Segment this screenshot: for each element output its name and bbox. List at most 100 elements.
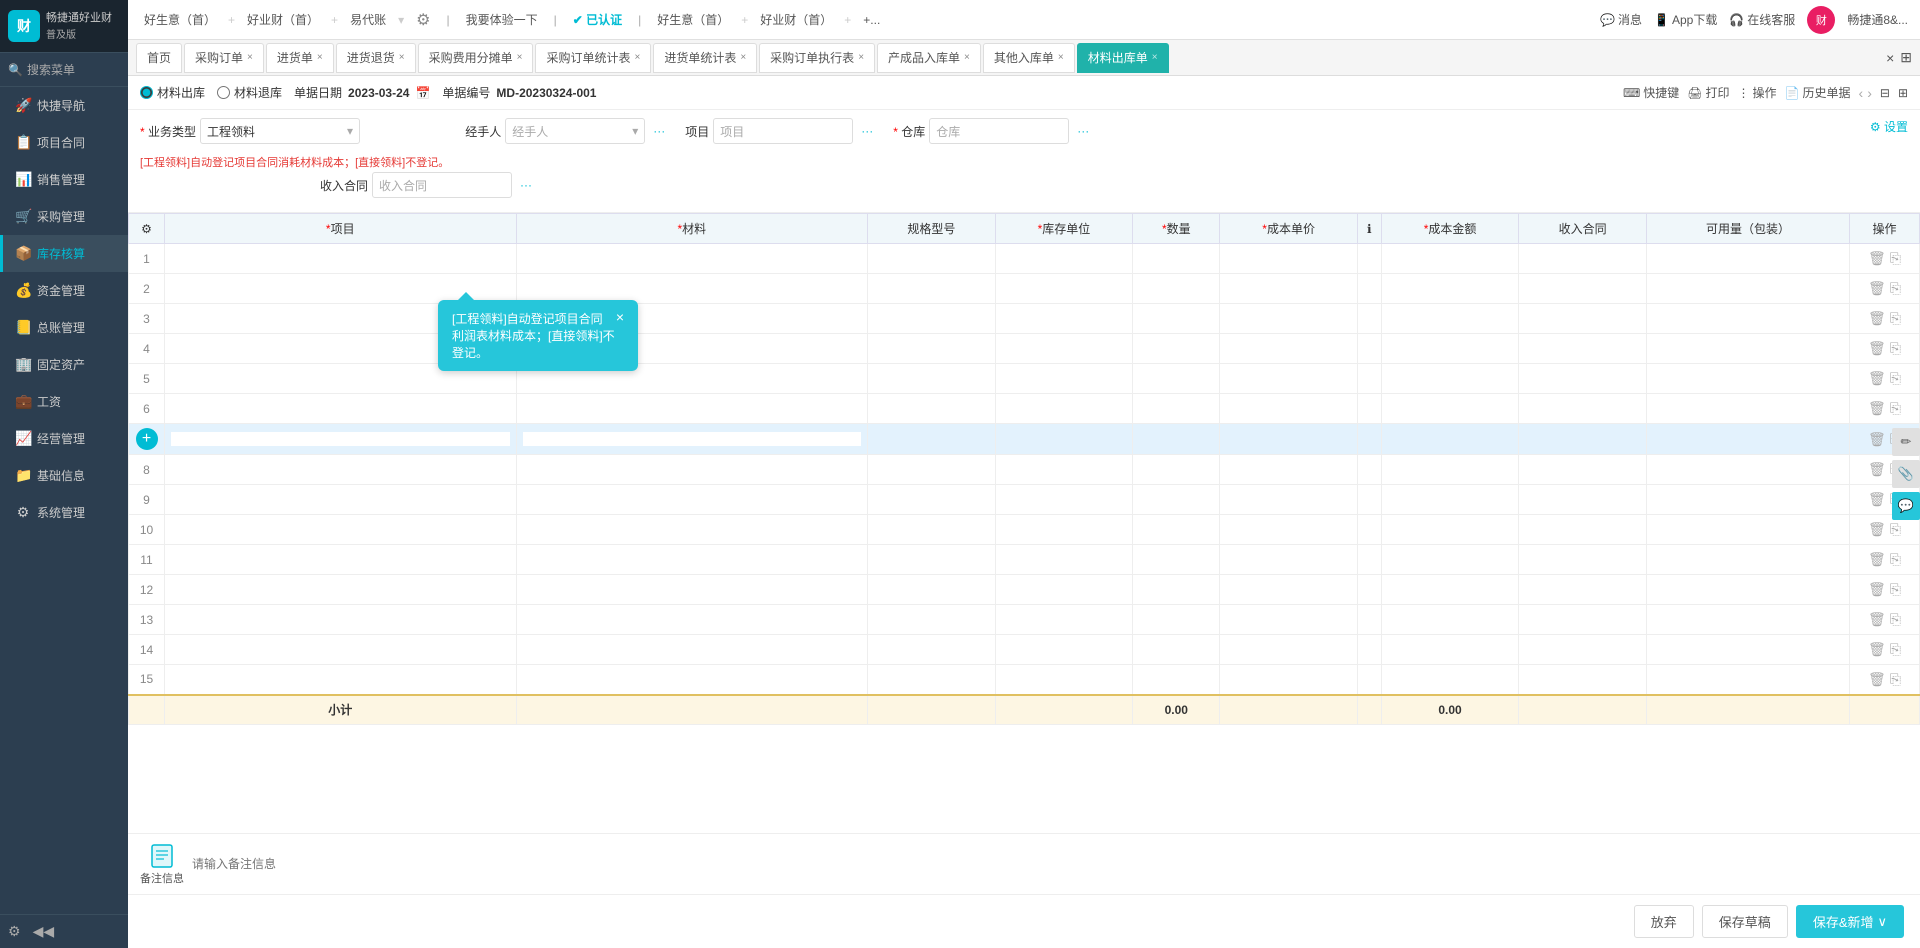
close-tab-goods-return[interactable]: ×: [399, 52, 405, 63]
view-toggle-icon[interactable]: ⊟: [1880, 86, 1890, 100]
copy-row-btn[interactable]: ⎘: [1890, 370, 1901, 387]
close-tab-purchase-cost[interactable]: ×: [517, 52, 523, 63]
right-panel-chat-icon[interactable]: 💬: [1892, 492, 1920, 520]
online-service-link[interactable]: 🎧 在线客服: [1729, 11, 1795, 28]
copy-row-btn[interactable]: ⎘: [1890, 521, 1901, 538]
sidebar-item-purchase[interactable]: 🛒 采购管理: [0, 198, 128, 235]
income-contract-ellipsis[interactable]: ···: [516, 178, 536, 192]
close-tab-material-outbound[interactable]: ×: [1152, 52, 1158, 63]
sidebar-item-quick-nav[interactable]: 🚀 快捷导航: [0, 87, 128, 124]
close-tab-purchase-stats[interactable]: ×: [634, 52, 640, 63]
shortcut-btn[interactable]: ⌨ 快捷键: [1623, 84, 1679, 101]
delete-row-btn[interactable]: 🗑: [1868, 431, 1886, 448]
close-all-tabs-icon[interactable]: ×: [1886, 50, 1894, 66]
handler-ellipsis[interactable]: ···: [649, 124, 669, 138]
warehouse-select[interactable]: 仓库: [929, 118, 1069, 144]
sidebar-item-basic-info[interactable]: 📁 基础信息: [0, 457, 128, 494]
copy-row-btn[interactable]: ⎘: [1890, 671, 1901, 688]
sidebar-item-inventory[interactable]: 📦 库存核算: [0, 235, 128, 272]
sidebar-item-fixed-assets[interactable]: 🏢 固定资产: [0, 346, 128, 383]
sidebar-item-payroll[interactable]: 💼 工资: [0, 383, 128, 420]
form-settings-btn[interactable]: ⚙ 设置: [1870, 118, 1908, 135]
close-tab-purchase-exec[interactable]: ×: [858, 52, 864, 63]
copy-row-btn[interactable]: ⎘: [1890, 310, 1901, 327]
sidebar-item-ops[interactable]: 📈 经营管理: [0, 420, 128, 457]
radio-material-return[interactable]: 材料退库: [217, 84, 282, 101]
link-try[interactable]: 我要体验一下: [462, 9, 542, 30]
tab-other-inbound[interactable]: 其他入库单×: [983, 43, 1075, 73]
delete-row-btn[interactable]: 🗑: [1868, 461, 1886, 478]
delete-row-btn[interactable]: 🗑: [1868, 641, 1886, 658]
delete-row-btn[interactable]: 🗑: [1868, 551, 1886, 568]
col-settings[interactable]: ⚙: [129, 214, 165, 244]
sidebar-collapse-icon[interactable]: ◀◀: [33, 923, 55, 940]
link-good-finance2[interactable]: 好业财（首）: [756, 9, 836, 30]
app-download-link[interactable]: 📱 App下载: [1654, 11, 1717, 28]
delete-row-btn[interactable]: 🗑: [1868, 611, 1886, 628]
row7-project-input[interactable]: [171, 432, 510, 446]
search-menu[interactable]: 🔍 搜索菜单: [0, 53, 128, 87]
tab-product-inbound[interactable]: 产成品入库单×: [877, 43, 981, 73]
tab-purchase-exec[interactable]: 采购订单执行表×: [759, 43, 875, 73]
business-type-select[interactable]: 工程领料 ▾: [200, 118, 360, 144]
tab-goods-receipt[interactable]: 进货单×: [266, 43, 334, 73]
row7-material-input[interactable]: [523, 432, 862, 446]
user-name[interactable]: 畅捷通8&...: [1847, 11, 1908, 28]
income-contract-select[interactable]: 收入合同: [372, 172, 512, 198]
delete-row-btn[interactable]: 🗑: [1868, 491, 1886, 508]
radio-outbound-input[interactable]: [140, 86, 153, 99]
radio-material-outbound[interactable]: 材料出库: [140, 84, 205, 101]
handler-select[interactable]: 经手人 ▾: [505, 118, 645, 144]
user-avatar[interactable]: 财: [1807, 6, 1835, 34]
delete-row-btn[interactable]: 🗑: [1868, 370, 1886, 387]
copy-row-btn[interactable]: ⎘: [1890, 551, 1901, 568]
close-tab-goods-stats[interactable]: ×: [740, 52, 746, 63]
copy-row-btn[interactable]: ⎘: [1890, 641, 1901, 658]
delete-row-btn[interactable]: 🗑: [1868, 521, 1886, 538]
link-good-finance[interactable]: 好业财（首）: [243, 9, 323, 30]
pager-next-icon[interactable]: ›: [1867, 85, 1872, 101]
tab-home[interactable]: 首页: [136, 43, 182, 73]
link-more[interactable]: +...: [859, 11, 884, 29]
copy-row-btn[interactable]: ⎘: [1890, 611, 1901, 628]
message-link[interactable]: 💬 消息: [1600, 11, 1642, 28]
link-agent[interactable]: 易代账: [346, 9, 390, 30]
tab-purchase-cost[interactable]: 采购费用分摊单×: [418, 43, 534, 73]
view-toggle-icon2[interactable]: ⊞: [1898, 86, 1908, 100]
delete-row-btn[interactable]: 🗑: [1868, 280, 1886, 297]
delete-row-btn[interactable]: 🗑: [1868, 250, 1886, 267]
radio-return-input[interactable]: [217, 86, 230, 99]
tab-material-outbound[interactable]: 材料出库单×: [1077, 43, 1169, 73]
link-good-biz2[interactable]: 好生意（首）: [653, 9, 733, 30]
project-ellipsis[interactable]: ···: [857, 124, 877, 138]
close-tab-purchase-order[interactable]: ×: [247, 52, 253, 63]
sidebar-item-finance[interactable]: 💰 资金管理: [0, 272, 128, 309]
delete-row-btn[interactable]: 🗑: [1868, 671, 1886, 688]
delete-row-btn[interactable]: 🗑: [1868, 310, 1886, 327]
gear-link-icon[interactable]: ⚙: [412, 8, 434, 32]
link-good-biz[interactable]: 好生意（首）: [140, 9, 220, 30]
operation-btn[interactable]: ⋮ 操作: [1738, 84, 1777, 101]
right-panel-attach-icon[interactable]: 📎: [1892, 460, 1920, 488]
right-panel-edit-icon[interactable]: ✏: [1892, 428, 1920, 456]
notes-input[interactable]: [192, 857, 1908, 871]
close-tab-product-inbound[interactable]: ×: [964, 52, 970, 63]
copy-row-btn[interactable]: ⎘: [1890, 250, 1901, 267]
delete-row-btn[interactable]: 🗑: [1868, 581, 1886, 598]
sidebar-item-sales[interactable]: 📊 销售管理: [0, 161, 128, 198]
tab-goods-return[interactable]: 进货退货×: [336, 43, 416, 73]
print-btn[interactable]: 🖨 打印: [1687, 84, 1729, 101]
tab-purchase-stats[interactable]: 采购订单统计表×: [535, 43, 651, 73]
history-btn[interactable]: 📄 历史单据: [1785, 84, 1851, 101]
save-new-button[interactable]: 保存&新增 ∨: [1796, 905, 1904, 938]
tab-purchase-order[interactable]: 采购订单×: [184, 43, 264, 73]
sidebar-item-ledger[interactable]: 📒 总账管理: [0, 309, 128, 346]
grid-view-icon[interactable]: ⊞: [1900, 49, 1912, 66]
tab-goods-stats[interactable]: 进货单统计表×: [653, 43, 757, 73]
copy-row-btn[interactable]: ⎘: [1890, 340, 1901, 357]
close-tab-other-inbound[interactable]: ×: [1058, 52, 1064, 63]
delete-row-btn[interactable]: 🗑: [1868, 400, 1886, 417]
warehouse-ellipsis[interactable]: ···: [1073, 124, 1093, 138]
add-row-btn[interactable]: +: [136, 428, 158, 450]
copy-row-btn[interactable]: ⎘: [1890, 581, 1901, 598]
